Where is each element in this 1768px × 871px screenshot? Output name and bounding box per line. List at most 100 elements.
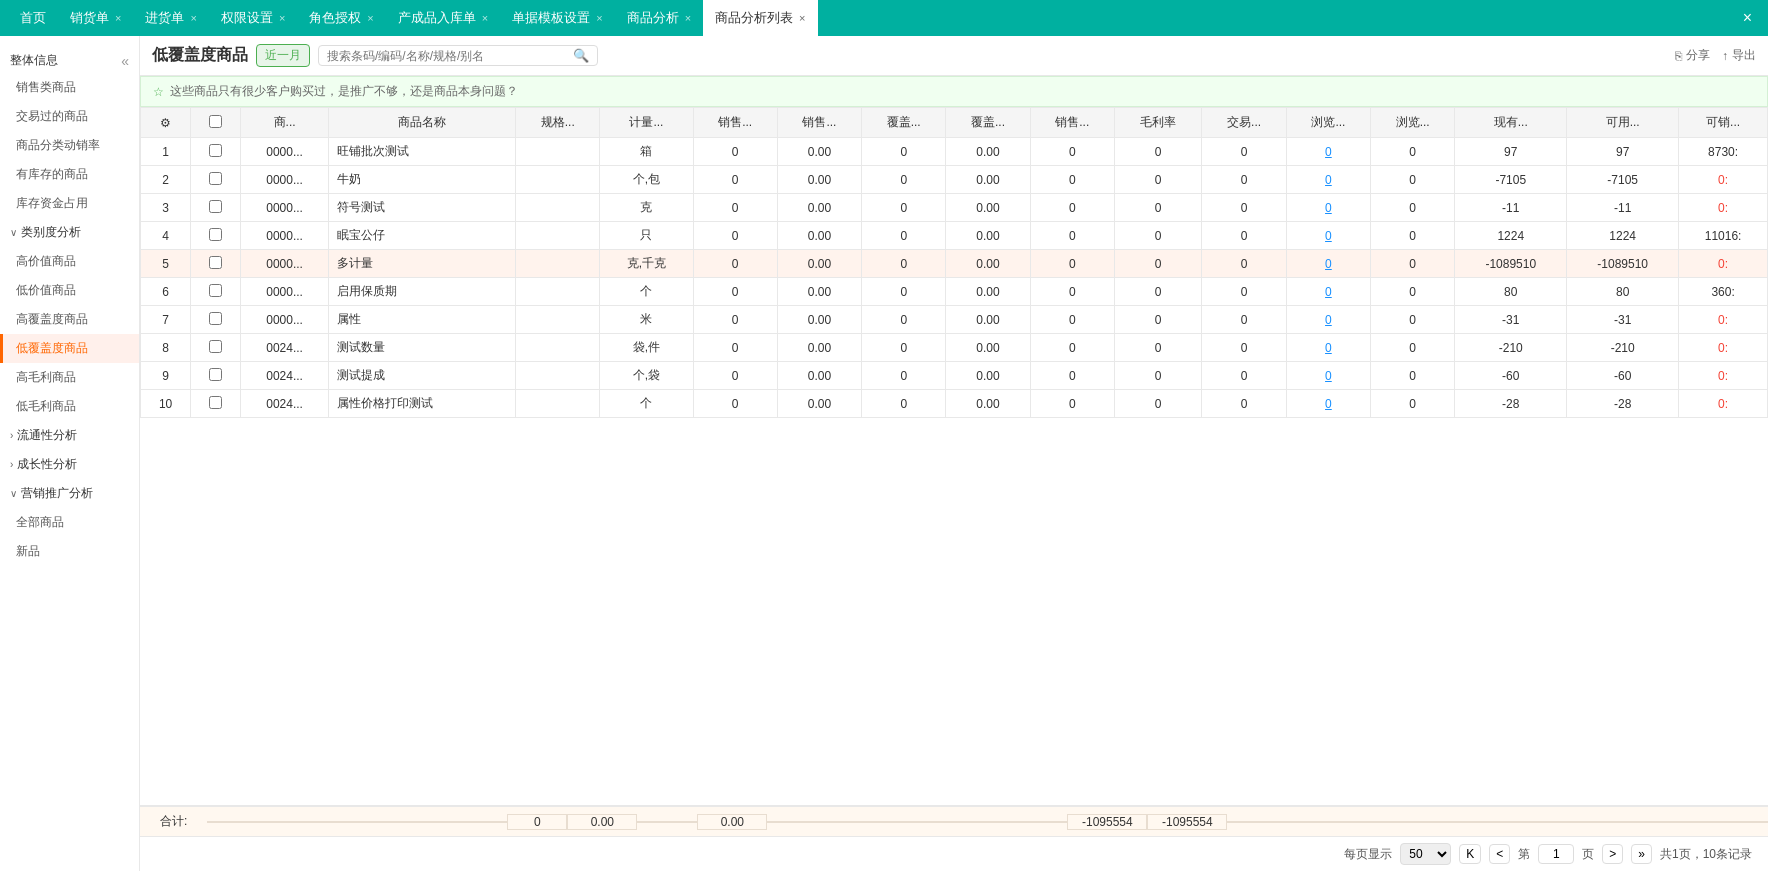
first-page-button[interactable]: K bbox=[1459, 844, 1481, 864]
row-checkbox[interactable] bbox=[191, 390, 241, 418]
share-button[interactable]: ⎘ 分享 bbox=[1675, 47, 1710, 64]
row-sales-qty: 0 bbox=[693, 278, 777, 306]
table-row: 3 0000... 符号测试 克 0 0.00 0 0.00 0 0 0 0 0… bbox=[141, 194, 1768, 222]
col-current-stock[interactable]: 现有... bbox=[1455, 108, 1567, 138]
row-checkbox[interactable] bbox=[191, 334, 241, 362]
row-code: 0000... bbox=[240, 166, 329, 194]
nav-close-icon[interactable]: × bbox=[482, 12, 488, 24]
col-saleable[interactable]: 可销... bbox=[1679, 108, 1768, 138]
window-close-button[interactable]: × bbox=[1735, 9, 1760, 27]
sidebar-item-high-margin[interactable]: 高毛利商品 bbox=[0, 363, 139, 392]
next-page-button[interactable]: > bbox=[1602, 844, 1623, 864]
page-size-select[interactable]: 50 100 200 bbox=[1400, 843, 1451, 865]
col-gross-rate[interactable]: 毛利率 bbox=[1114, 108, 1202, 138]
row-spec bbox=[516, 278, 600, 306]
sidebar-item-low-value[interactable]: 低价值商品 bbox=[0, 276, 139, 305]
sidebar-item-high-coverage[interactable]: 高覆盖度商品 bbox=[0, 305, 139, 334]
row-browse1[interactable]: 0 bbox=[1286, 390, 1370, 418]
col-sales-amt[interactable]: 销售... bbox=[777, 108, 861, 138]
col-sales-order[interactable]: 销售... bbox=[1030, 108, 1114, 138]
row-browse1[interactable]: 0 bbox=[1286, 334, 1370, 362]
row-sales-qty: 0 bbox=[693, 362, 777, 390]
col-trade[interactable]: 交易... bbox=[1202, 108, 1286, 138]
row-name: 属性价格打印测试 bbox=[329, 390, 516, 418]
last-page-button[interactable]: » bbox=[1631, 844, 1652, 864]
nav-close-icon[interactable]: × bbox=[367, 12, 373, 24]
row-browse1[interactable]: 0 bbox=[1286, 194, 1370, 222]
nav-sales-order[interactable]: 销货单 × bbox=[58, 0, 133, 36]
row-browse1[interactable]: 0 bbox=[1286, 138, 1370, 166]
sidebar-section-circulation[interactable]: › 流通性分析 bbox=[0, 421, 139, 450]
row-num: 9 bbox=[141, 362, 191, 390]
nav-role-auth[interactable]: 角色授权 × bbox=[297, 0, 385, 36]
row-checkbox[interactable] bbox=[191, 362, 241, 390]
sidebar-item-stocked-goods[interactable]: 有库存的商品 bbox=[0, 160, 139, 189]
nav-permission[interactable]: 权限设置 × bbox=[209, 0, 297, 36]
row-checkbox[interactable] bbox=[191, 278, 241, 306]
col-sales-qty[interactable]: 销售... bbox=[693, 108, 777, 138]
col-name[interactable]: 商品名称 bbox=[329, 108, 516, 138]
nav-close-icon[interactable]: × bbox=[190, 12, 196, 24]
sidebar-item-traded-goods[interactable]: 交易过的商品 bbox=[0, 102, 139, 131]
sidebar-section-class-analysis[interactable]: ∨ 类别度分析 bbox=[0, 218, 139, 247]
table-row: 9 0024... 测试提成 个,袋 0 0.00 0 0.00 0 0 0 0… bbox=[141, 362, 1768, 390]
page-number-input[interactable] bbox=[1538, 844, 1574, 864]
sidebar-section-growth[interactable]: › 成长性分析 bbox=[0, 450, 139, 479]
row-browse1[interactable]: 0 bbox=[1286, 222, 1370, 250]
select-all-checkbox[interactable] bbox=[209, 115, 222, 128]
prev-page-button[interactable]: < bbox=[1489, 844, 1510, 864]
col-cover-qty[interactable]: 覆盖... bbox=[862, 108, 946, 138]
export-button[interactable]: ↑ 导出 bbox=[1722, 47, 1756, 64]
row-sales-order: 0 bbox=[1030, 222, 1114, 250]
sidebar-section-marketing[interactable]: ∨ 营销推广分析 bbox=[0, 479, 139, 508]
nav-template[interactable]: 单据模板设置 × bbox=[500, 0, 614, 36]
row-browse1[interactable]: 0 bbox=[1286, 362, 1370, 390]
row-trade: 0 bbox=[1202, 166, 1286, 194]
col-spec[interactable]: 规格... bbox=[516, 108, 600, 138]
row-sales-amt: 0.00 bbox=[777, 278, 861, 306]
search-input[interactable] bbox=[327, 49, 569, 63]
sidebar-item-low-margin[interactable]: 低毛利商品 bbox=[0, 392, 139, 421]
sidebar-collapse-btn[interactable]: « bbox=[121, 53, 129, 69]
nav-close-icon[interactable]: × bbox=[279, 12, 285, 24]
row-checkbox[interactable] bbox=[191, 222, 241, 250]
sidebar-item-new-goods[interactable]: 新品 bbox=[0, 537, 139, 566]
search-icon[interactable]: 🔍 bbox=[573, 48, 589, 63]
col-cover-amt[interactable]: 覆盖... bbox=[946, 108, 1030, 138]
row-checkbox[interactable] bbox=[191, 166, 241, 194]
row-gross-rate: 0 bbox=[1114, 250, 1202, 278]
row-checkbox[interactable] bbox=[191, 306, 241, 334]
col-avail-stock[interactable]: 可用... bbox=[1567, 108, 1679, 138]
nav-purchase-order[interactable]: 进货单 × bbox=[133, 0, 208, 36]
nav-product-analysis[interactable]: 商品分析 × bbox=[615, 0, 703, 36]
nav-close-icon[interactable]: × bbox=[685, 12, 691, 24]
col-unit[interactable]: 计量... bbox=[600, 108, 693, 138]
row-browse1[interactable]: 0 bbox=[1286, 250, 1370, 278]
sidebar-item-all-goods[interactable]: 全部商品 bbox=[0, 508, 139, 537]
nav-home[interactable]: 首页 bbox=[8, 0, 58, 36]
col-settings[interactable]: ⚙ bbox=[141, 108, 191, 138]
row-cover-qty: 0 bbox=[862, 278, 946, 306]
nav-product-warehouse[interactable]: 产成品入库单 × bbox=[386, 0, 500, 36]
nav-close-icon[interactable]: × bbox=[115, 12, 121, 24]
row-checkbox[interactable] bbox=[191, 138, 241, 166]
nav-product-analysis-list[interactable]: 商品分析列表 × bbox=[703, 0, 817, 36]
col-code[interactable]: 商... bbox=[240, 108, 329, 138]
col-browse1[interactable]: 浏览... bbox=[1286, 108, 1370, 138]
row-browse1[interactable]: 0 bbox=[1286, 306, 1370, 334]
row-sales-order: 0 bbox=[1030, 250, 1114, 278]
col-checkbox[interactable] bbox=[191, 108, 241, 138]
row-browse1[interactable]: 0 bbox=[1286, 166, 1370, 194]
period-button[interactable]: 近一月 bbox=[256, 44, 310, 67]
row-browse1[interactable]: 0 bbox=[1286, 278, 1370, 306]
row-checkbox[interactable] bbox=[191, 250, 241, 278]
row-checkbox[interactable] bbox=[191, 194, 241, 222]
nav-close-icon[interactable]: × bbox=[799, 12, 805, 24]
sidebar-item-low-coverage[interactable]: 低覆盖度商品 bbox=[0, 334, 139, 363]
sidebar-item-high-value[interactable]: 高价值商品 bbox=[0, 247, 139, 276]
sidebar-item-category-rate[interactable]: 商品分类动销率 bbox=[0, 131, 139, 160]
sidebar-item-stock-capital[interactable]: 库存资金占用 bbox=[0, 189, 139, 218]
nav-close-icon[interactable]: × bbox=[596, 12, 602, 24]
sidebar-item-sales-goods[interactable]: 销售类商品 bbox=[0, 73, 139, 102]
col-browse2[interactable]: 浏览... bbox=[1371, 108, 1455, 138]
